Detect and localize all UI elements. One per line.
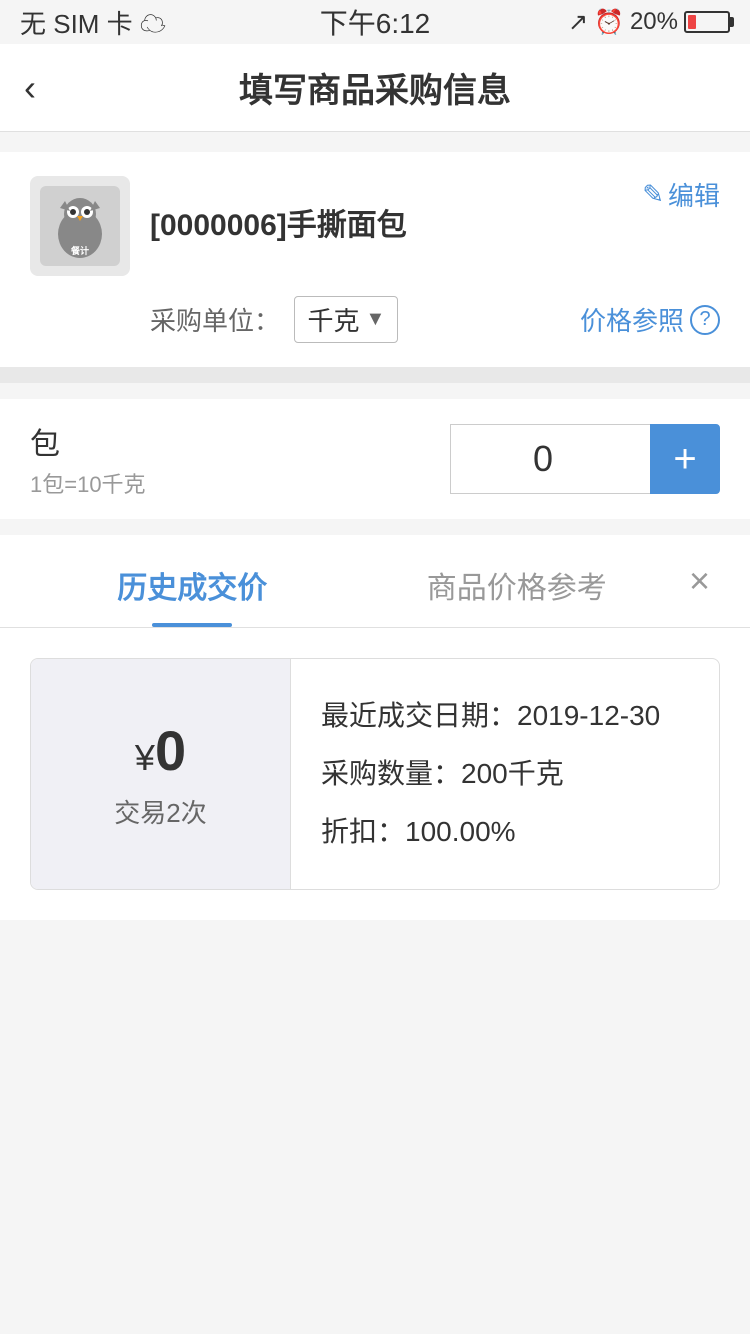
battery-percent: 20% [630,8,678,36]
currency-symbol: ¥ [135,737,155,778]
product-image: 餐计 [40,186,120,266]
chevron-down-icon: ▼ [365,308,385,331]
product-info-left: 餐计 [0000006]手撕面包 [30,176,407,276]
unit-select-button[interactable]: 千克 ▼ [294,296,398,343]
edit-icon: ✎ [642,179,664,210]
nav-bar: ‹ 填写商品采购信息 [0,44,750,132]
history-date-row: 最近成交日期：2019-12-30 [321,695,689,737]
status-time: 下午6:12 [320,2,431,42]
info-icon: ? [690,305,720,335]
quantity-label-wrap: 包 1包=10千克 [30,419,146,499]
tab-content: ¥0 交易2次 最近成交日期：2019-12-30 采购数量：200千克 折扣：… [0,628,750,920]
history-trade-count: 交易2次 [114,793,206,830]
battery-icon [684,11,730,33]
history-qty-row: 采购数量：200千克 [321,753,689,795]
edit-button[interactable]: ✎ 编辑 [642,176,720,213]
status-right: ↗ ⏰ 20% [568,8,730,37]
divider [0,367,750,383]
unit-label: 采购单位： [150,306,280,336]
history-price: ¥0 [135,718,186,783]
quantity-row: 包 1包=10千克 + [0,399,750,519]
product-thumbnail: 餐计 [30,176,130,276]
tab-price-ref[interactable]: 商品价格参考 [354,535,678,627]
product-card: 餐计 [0000006]手撕面包 ✎ 编辑 采购单位： 千克 ▼ 价格参照 ? [0,152,750,367]
status-bar: 无 SIM 卡 ☁ 下午6:12 ↗ ⏰ 20% [0,0,750,44]
tab-history-price[interactable]: 历史成交价 [30,535,354,627]
quantity-plus-button[interactable]: + [650,424,720,494]
quantity-input[interactable] [450,424,650,494]
tab-close-button[interactable]: × [679,540,720,622]
unit-section: 采购单位： 千克 ▼ [150,296,398,343]
location-icon: ↗ [568,8,588,37]
product-unit-row: 采购单位： 千克 ▼ 价格参照 ? [30,296,720,343]
history-discount-row: 折扣：100.00% [321,811,689,853]
status-signal: 无 SIM 卡 ☁ [20,4,166,41]
back-button[interactable]: ‹ [24,67,36,109]
history-card: ¥0 交易2次 最近成交日期：2019-12-30 采购数量：200千克 折扣：… [30,658,720,890]
tabs-container: 历史成交价 商品价格参考 × ¥0 交易2次 最近成交日期：2019-12-30… [0,535,750,920]
history-right-panel: 最近成交日期：2019-12-30 采购数量：200千克 折扣：100.00% [291,659,719,889]
price-ref-button[interactable]: 价格参照 ? [580,301,720,338]
package-label: 包 [30,419,146,463]
package-conversion: 1包=10千克 [30,467,146,499]
quantity-input-wrap: + [450,424,720,494]
page-title: 填写商品采购信息 [239,63,511,112]
product-header: 餐计 [0000006]手撕面包 ✎ 编辑 [30,176,720,276]
history-left-panel: ¥0 交易2次 [31,659,291,889]
tabs-header: 历史成交价 商品价格参考 × [0,535,750,628]
product-name: [0000006]手撕面包 [150,205,407,247]
alarm-icon: ⏰ [594,8,624,37]
svg-text:餐计: 餐计 [70,245,89,256]
